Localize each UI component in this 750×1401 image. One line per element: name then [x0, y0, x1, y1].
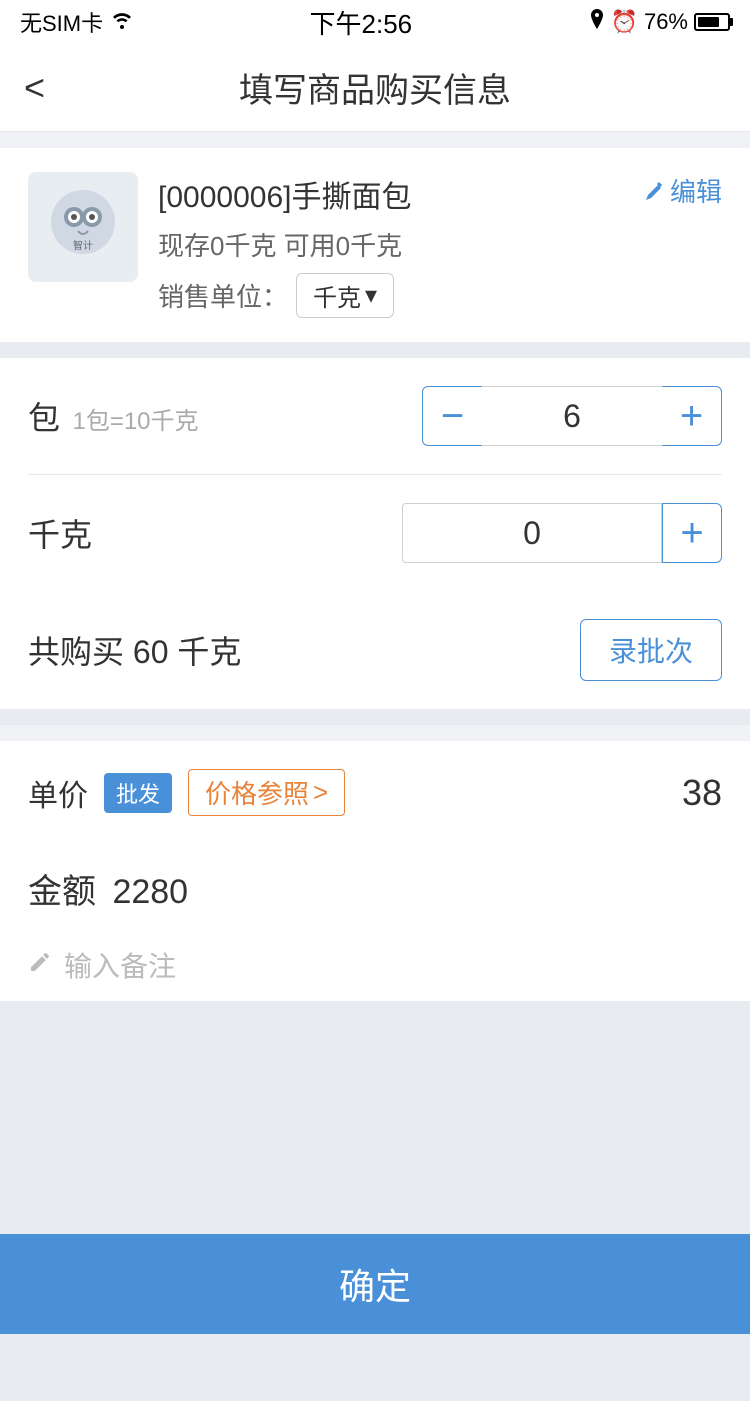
status-bar: 无SIM卡 下午2:56 ⏰ 76%: [0, 0, 750, 44]
location-icon: [589, 9, 605, 35]
kg-input[interactable]: [402, 503, 662, 563]
status-left: 无SIM卡: [20, 6, 133, 38]
product-name: [0000006]手撕面包: [158, 172, 411, 216]
price-type-tag: 批发: [104, 773, 172, 813]
note-placeholder-text: 输入备注: [64, 945, 176, 985]
svg-text:智计: 智计: [73, 239, 93, 252]
battery-icon: [694, 13, 730, 31]
confirm-button[interactable]: 确定: [0, 1234, 750, 1334]
price-value: 38: [682, 772, 722, 814]
price-reference-button[interactable]: 价格参照 >: [188, 769, 345, 816]
bao-plus-button[interactable]: +: [662, 386, 722, 446]
product-stock: 现存0千克 可用0千克: [158, 226, 722, 263]
battery-percent: 76%: [644, 9, 688, 35]
pencil-icon: [28, 949, 52, 981]
price-label: 单价: [28, 771, 88, 815]
amount-value: 2280: [112, 873, 188, 911]
edit-button[interactable]: 编辑: [646, 172, 722, 209]
section-separator-1: [0, 342, 750, 358]
bao-sublabel: 1包=10千克: [72, 408, 198, 435]
page-title: 填写商品购买信息: [239, 63, 511, 112]
quantity-section: 包 1包=10千克 − + 千克 +: [0, 358, 750, 591]
kg-label: 千克: [28, 510, 92, 556]
empty-area: [0, 1001, 750, 1401]
section-separator-2: [0, 709, 750, 725]
amount-label: 金额: [28, 873, 96, 911]
chevron-down-icon: ▾: [365, 281, 377, 310]
product-info: [0000006]手撕面包 编辑 现存0千克 可用0千克 销售单位： 千克 ▾: [158, 172, 722, 318]
price-section: 单价 批发 价格参照 > 38: [0, 741, 750, 844]
status-time: 下午2:56: [310, 4, 413, 41]
nav-bar: < 填写商品购买信息: [0, 44, 750, 132]
total-row: 共购买 60 千克 录批次: [0, 591, 750, 709]
kg-qty-control: +: [402, 503, 722, 563]
wifi-icon: [111, 9, 133, 35]
note-row[interactable]: 输入备注: [28, 929, 722, 985]
product-header: [0000006]手撕面包 编辑: [158, 172, 722, 226]
product-logo: 智计: [48, 187, 118, 268]
batch-button[interactable]: 录批次: [580, 619, 722, 681]
product-image: 智计: [28, 172, 138, 282]
bao-minus-button[interactable]: −: [422, 386, 482, 446]
unit-select[interactable]: 千克 ▾: [296, 273, 394, 318]
chevron-right-icon: >: [313, 777, 328, 808]
bao-qty-control: − +: [422, 386, 722, 446]
kg-row: 千克 +: [28, 475, 722, 591]
status-right: ⏰ 76%: [589, 9, 730, 35]
total-text: 共购买 60 千克: [28, 627, 241, 673]
bao-label: 包 1包=10千克: [28, 393, 199, 439]
back-button[interactable]: <: [24, 67, 45, 109]
amount-section: 金额 2280 输入备注: [0, 844, 750, 1001]
alarm-icon: ⏰: [611, 9, 638, 35]
carrier-text: 无SIM卡: [20, 6, 103, 38]
amount-row: 金额 2280: [28, 844, 722, 913]
bao-input[interactable]: [482, 386, 662, 446]
bao-row: 包 1包=10千克 − +: [28, 358, 722, 475]
kg-plus-button[interactable]: +: [662, 503, 722, 563]
product-unit-row: 销售单位： 千克 ▾: [158, 273, 722, 318]
product-card: 智计 [0000006]手撕面包 编辑 现存0千克 可用0千克 销售单位： 千克…: [0, 148, 750, 342]
